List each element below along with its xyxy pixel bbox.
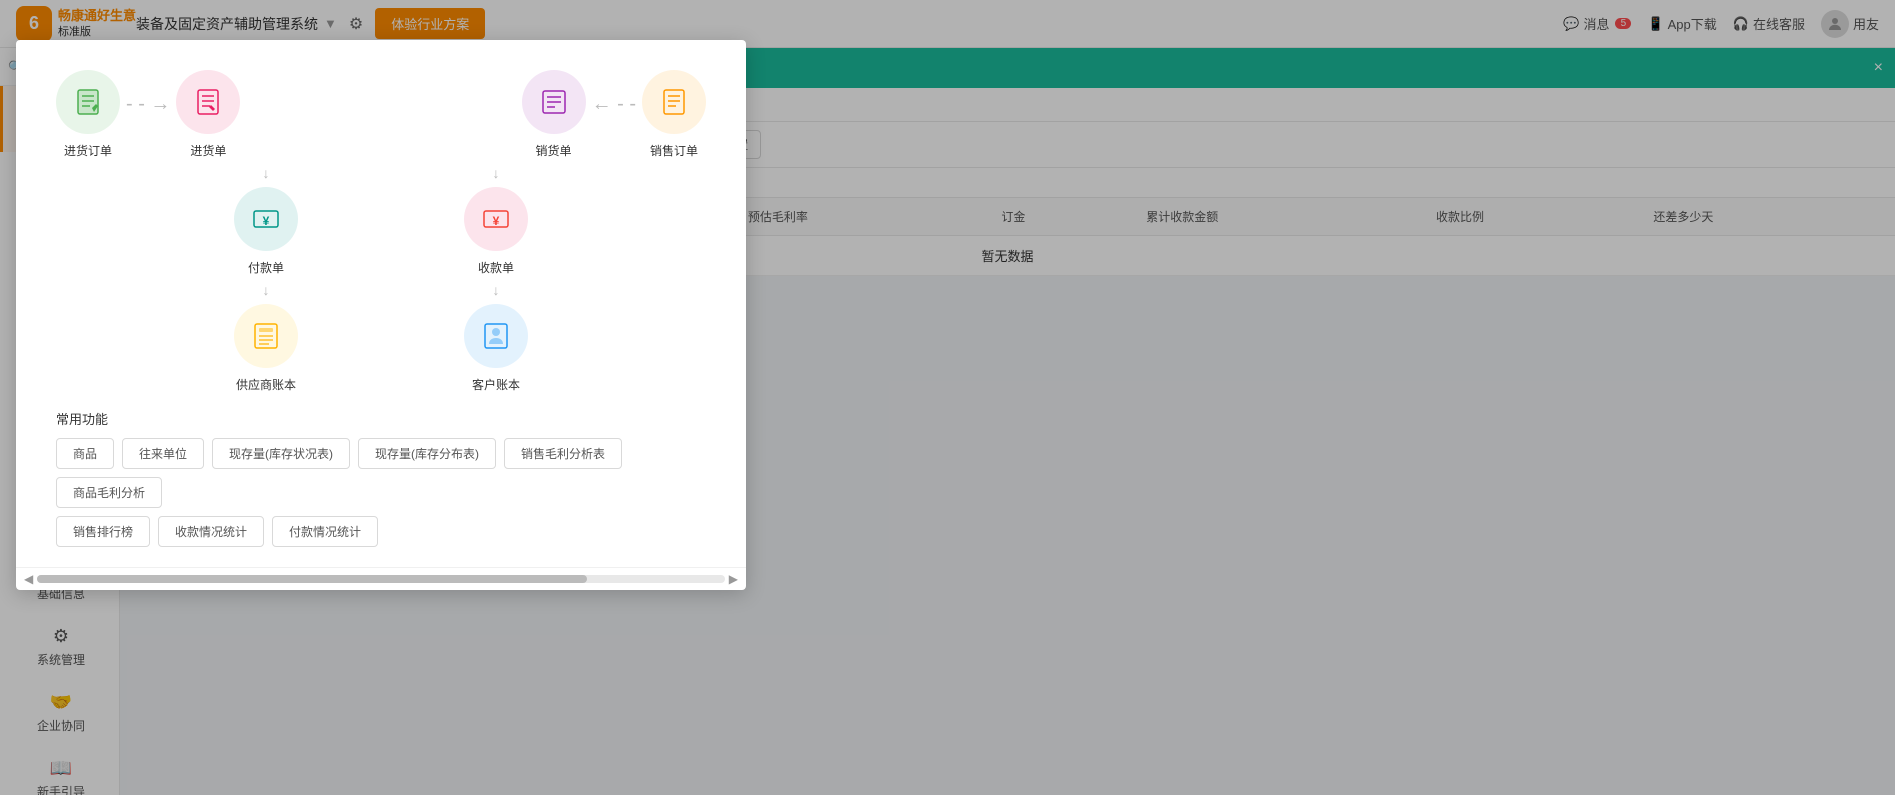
func-btn-product-gross[interactable]: 商品毛利分析 — [120, 477, 162, 508]
func-btn-sales-ranking[interactable]: 销售排行榜 — [120, 516, 150, 547]
receipt-slip-label: 收款单 — [478, 259, 514, 276]
func-btn-sales-gross[interactable]: 销售毛利分析表 — [504, 438, 622, 469]
modal-content: 进货订单 - - → — [120, 48, 746, 567]
func-btn-stock-status[interactable]: 现存量(库存状况表) — [212, 438, 350, 469]
customer-ledger-icon — [464, 304, 528, 368]
flow-node-customer-ledger[interactable]: 客户账本 — [464, 304, 528, 393]
purchase-slip-column: ↓ ¥ 付款单 — [196, 165, 336, 393]
arrow-down-3: ↓ — [493, 165, 500, 181]
scroll-thumb — [120, 575, 587, 583]
flow-node-purchase-slip[interactable]: 进货单 — [176, 70, 240, 159]
common-functions-title: 常用功能 — [120, 409, 706, 428]
func-btn-payment-stats[interactable]: 付款情况统计 — [272, 516, 378, 547]
sales-slip-column: ↓ ¥ 收款单 — [426, 165, 566, 393]
scroll-right-icon[interactable]: ▶ — [729, 572, 738, 586]
supplier-ledger-label: 供应商账本 — [236, 376, 296, 393]
flow-row-1: 进货订单 - - → — [120, 70, 706, 159]
modal-overlay[interactable]: 进货订单 - - → — [120, 48, 1895, 795]
flow-diagram: 进货订单 - - → — [120, 70, 706, 393]
flow-node-payment-slip[interactable]: ¥ 付款单 — [234, 187, 298, 276]
arrow-down-2: ↓ — [263, 282, 270, 298]
payment-slip-icon: ¥ — [234, 187, 298, 251]
flow-node-receipt-slip[interactable]: ¥ 收款单 — [464, 187, 528, 276]
purchase-slip-icon — [176, 70, 240, 134]
arrow-1: - - → — [120, 93, 176, 116]
arrow-down-1: ↓ — [263, 165, 270, 181]
payment-slip-label: 付款单 — [248, 259, 284, 276]
content-area: 首页 销售订单执行表 × × ❓ 帮助 🖨 按 — [120, 48, 1895, 795]
main-area: 🔍 搜索菜单 🏠 快捷导航 📢 营销推广 🛒 销售管理 🛍 采购管理 📦 — [0, 48, 1895, 795]
scroll-bar-area: ◀ ▶ — [120, 567, 746, 590]
func-buttons-row2: 销售排行榜 收款情况统计 付款情况统计 — [120, 516, 706, 547]
purchase-slip-label: 进货单 — [190, 142, 226, 159]
flow-row-2: ↓ ¥ 付款单 — [120, 165, 706, 393]
scroll-track[interactable] — [120, 575, 725, 583]
arrow-2: ← - - — [586, 93, 642, 116]
sales-order-label: 销售订单 — [650, 142, 698, 159]
receipt-slip-icon: ¥ — [464, 187, 528, 251]
sales-order-icon — [642, 70, 706, 134]
func-btn-counterparty[interactable]: 往来单位 — [122, 438, 204, 469]
flow-node-sales-order[interactable]: 销售订单 — [642, 70, 706, 159]
modal-box: 进货订单 - - → — [120, 48, 746, 590]
svg-text:¥: ¥ — [263, 214, 270, 228]
common-functions: 常用功能 商品 往来单位 现存量(库存状况表) 现存量(库存分布表) 销售毛利分… — [120, 409, 706, 547]
func-btn-stock-dist[interactable]: 现存量(库存分布表) — [358, 438, 496, 469]
func-btn-receipt-stats[interactable]: 收款情况统计 — [158, 516, 264, 547]
arrow-down-4: ↓ — [493, 282, 500, 298]
sales-slip-icon — [522, 70, 586, 134]
customer-ledger-label: 客户账本 — [472, 376, 520, 393]
flow-node-sales-slip[interactable]: 销货单 — [522, 70, 586, 159]
supplier-ledger-icon — [234, 304, 298, 368]
flow-node-supplier-ledger[interactable]: 供应商账本 — [234, 304, 298, 393]
sales-slip-label: 销货单 — [536, 142, 572, 159]
svg-text:¥: ¥ — [493, 214, 500, 228]
app-container: 6 畅康通好生意 标准版 装备及固定资产辅助管理系统 ▼ ⚙ 体验行业方案 💬 … — [0, 0, 1895, 795]
func-buttons-row1: 商品 往来单位 现存量(库存状况表) 现存量(库存分布表) 销售毛利分析表 商品… — [120, 438, 706, 508]
